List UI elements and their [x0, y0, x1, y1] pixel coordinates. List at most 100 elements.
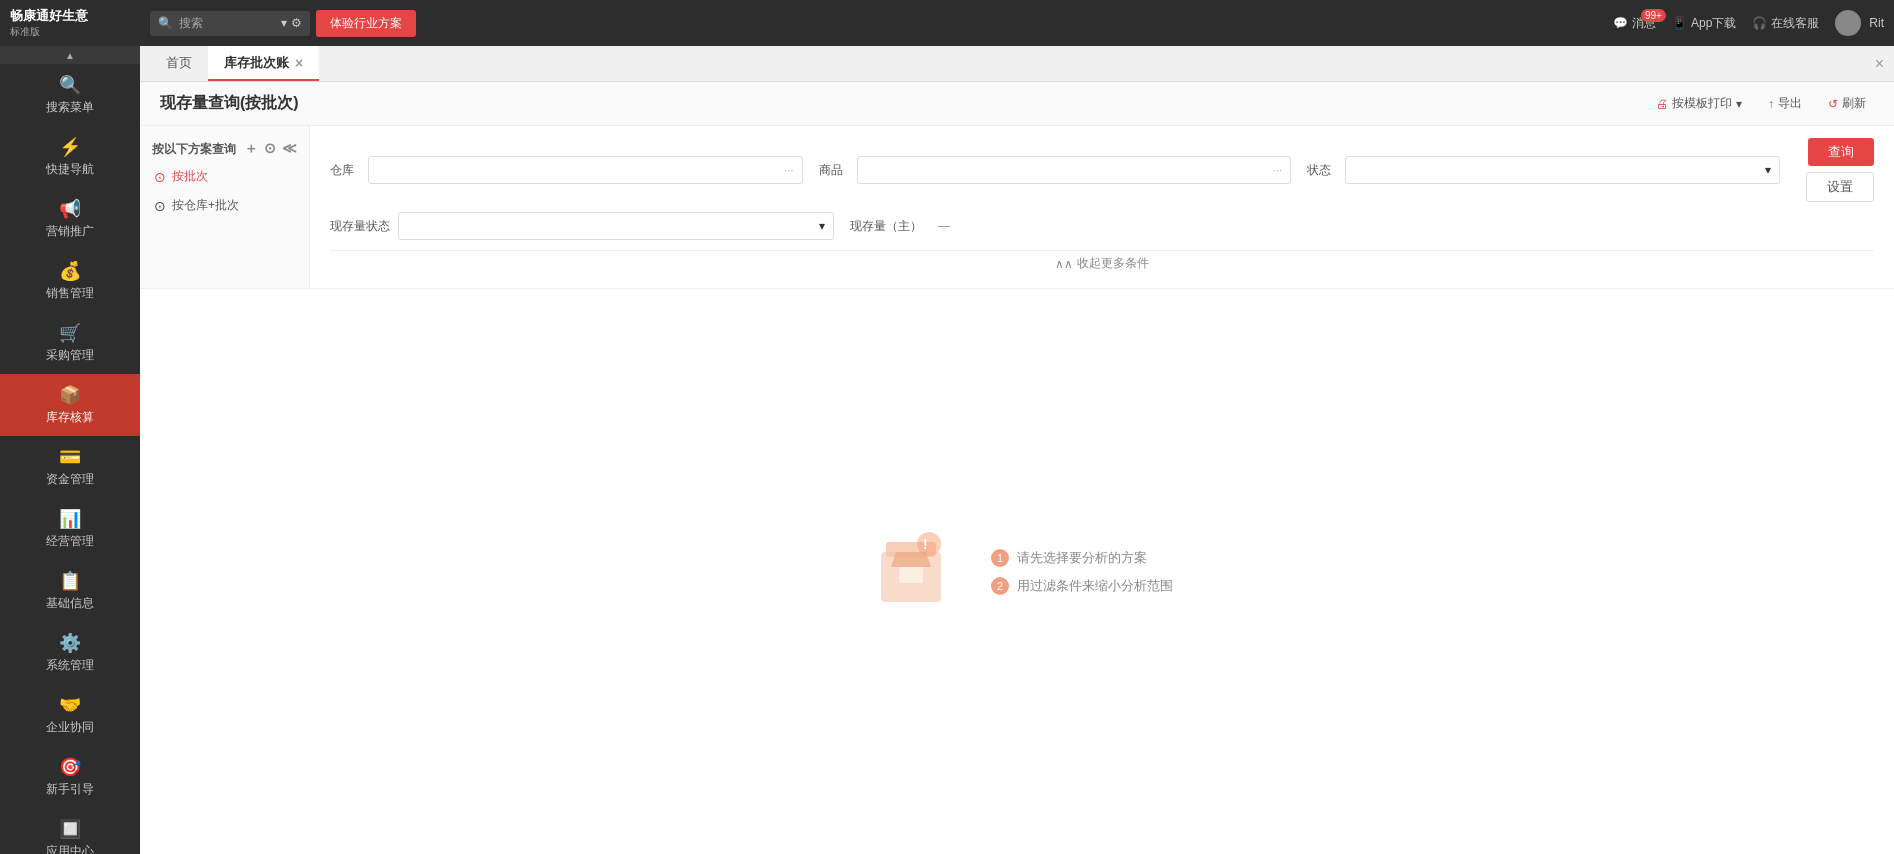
sidebar: ▲ 🔍 搜索菜单 ⚡ 快捷导航 📢 营销推广 💰 销售管理 🛒 采购管理 📦 库… — [0, 46, 140, 854]
main-layout: ▲ 🔍 搜索菜单 ⚡ 快捷导航 📢 营销推广 💰 销售管理 🛒 采购管理 📦 库… — [0, 46, 1894, 854]
sidebar-label-quick-nav: 快捷导航 — [46, 161, 94, 178]
refresh-label: 刷新 — [1842, 95, 1866, 112]
settings-icon[interactable]: ⚙ — [291, 16, 302, 30]
user-avatar[interactable]: Rit — [1835, 10, 1884, 36]
sidebar-item-sales[interactable]: 💰 销售管理 — [0, 250, 140, 312]
online-service-btn[interactable]: 🎧 在线客服 — [1752, 15, 1819, 32]
sidebar-label-marketing: 营销推广 — [46, 223, 94, 240]
status-label: 状态 — [1307, 162, 1337, 179]
top-bar: 畅康通好生意 标准版 🔍 搜索 ▾ ⚙ 体验行业方案 💬 消息 99+ 📱 Ap… — [0, 0, 1894, 46]
settings-button[interactable]: 设置 — [1806, 172, 1874, 202]
warehouse-more-icon: ··· — [784, 163, 794, 177]
stock-status-dropdown-icon: ▾ — [819, 219, 825, 233]
scheme-by-warehouse-batch[interactable]: ⊙ 按仓库+批次 — [140, 191, 309, 220]
empty-state-inner: ! 1 请先选择要分析的方案 2 用过滤条件来缩小分析范围 — [861, 522, 1173, 622]
sidebar-item-newbie[interactable]: 🎯 新手引导 — [0, 746, 140, 808]
top-search-bar[interactable]: 🔍 搜索 ▾ ⚙ — [150, 11, 310, 36]
app-logo: 畅康通好生意 标准版 — [10, 7, 140, 39]
sidebar-icon-operations: 📊 — [59, 508, 81, 530]
sidebar-icon-inventory: 📦 — [59, 384, 81, 406]
stock-status-field: 现存量状态 ▾ — [330, 212, 834, 240]
product-field: 商品 ··· — [819, 156, 1292, 184]
message-btn[interactable]: 💬 消息 99+ — [1613, 15, 1656, 32]
stock-qty-label: 现存量（主） — [850, 218, 922, 235]
sidebar-icon-finance: 💳 — [59, 446, 81, 468]
sidebar-item-inventory[interactable]: 📦 库存核算 — [0, 374, 140, 436]
empty-state-icon: ! — [861, 522, 961, 622]
sidebar-icon-quick-nav: ⚡ — [59, 136, 81, 158]
empty-tip-1: 1 请先选择要分析的方案 — [991, 549, 1173, 567]
stock-status-label: 现存量状态 — [330, 218, 390, 235]
experience-btn[interactable]: 体验行业方案 — [316, 10, 416, 37]
message-badge: 99+ — [1641, 9, 1666, 22]
export-btn[interactable]: ↑ 导出 — [1760, 92, 1810, 115]
collapse-scheme-icon[interactable]: ≪ — [282, 140, 297, 158]
app-download-btn[interactable]: 📱 App下载 — [1672, 15, 1736, 32]
add-scheme-icon[interactable]: ＋ — [244, 140, 258, 158]
sidebar-icon-app-center: 🔲 — [59, 818, 81, 840]
warehouse-input[interactable]: ··· — [368, 156, 803, 184]
sidebar-icon-marketing: 📢 — [59, 198, 81, 220]
sidebar-label-basics: 基础信息 — [46, 595, 94, 612]
filter-panel: 按以下方案查询 ＋ ⊙ ≪ ⊙ 按批次 ⊙ 按仓库+批次 — [140, 126, 1894, 289]
online-service-label: 在线客服 — [1771, 15, 1819, 32]
status-select[interactable]: ▾ — [1345, 156, 1780, 184]
headset-icon: 🎧 — [1752, 16, 1767, 30]
svg-text:!: ! — [923, 536, 928, 552]
refresh-btn[interactable]: ↺ 刷新 — [1820, 92, 1874, 115]
user-name: Rit — [1869, 16, 1884, 30]
sidebar-icon-search-menu: 🔍 — [59, 74, 81, 96]
sidebar-item-finance[interactable]: 💳 资金管理 — [0, 436, 140, 498]
tab-close-main-icon[interactable]: × — [1875, 55, 1884, 73]
tip-num-1: 1 — [991, 549, 1009, 567]
settings-scheme-icon[interactable]: ⊙ — [264, 140, 276, 158]
sidebar-label-finance: 资金管理 — [46, 471, 94, 488]
page-title: 现存量查询(按批次) — [160, 93, 299, 114]
query-button[interactable]: 查询 — [1808, 138, 1874, 166]
product-input[interactable]: ··· — [857, 156, 1292, 184]
tab-home-label: 首页 — [166, 54, 192, 72]
scheme-by-batch[interactable]: ⊙ 按批次 — [140, 162, 309, 191]
scheme-batch-label: 按批次 — [172, 168, 208, 185]
tab-close-icon[interactable]: × — [295, 56, 303, 70]
sidebar-item-marketing[interactable]: 📢 营销推广 — [0, 188, 140, 250]
scheme-batch-icon: ⊙ — [154, 169, 166, 185]
filter-fields: 仓库 ··· 商品 ··· — [310, 126, 1894, 288]
sidebar-label-newbie: 新手引导 — [46, 781, 94, 798]
sidebar-item-purchase[interactable]: 🛒 采购管理 — [0, 312, 140, 374]
sidebar-item-basics[interactable]: 📋 基础信息 — [0, 560, 140, 622]
message-icon: 💬 — [1613, 16, 1628, 30]
sidebar-label-sales: 销售管理 — [46, 285, 94, 302]
sidebar-icon-system: ⚙️ — [59, 632, 81, 654]
stock-qty-field: 现存量（主） — — [850, 218, 1354, 235]
collapse-label: 收起更多条件 — [1077, 255, 1149, 272]
tab-inventory-batch[interactable]: 库存批次账 × — [208, 46, 319, 81]
tab-inventory-batch-label: 库存批次账 — [224, 54, 289, 72]
filter-actions: 查询 设置 — [1796, 138, 1874, 202]
collapse-more-btn[interactable]: ∧∧ 收起更多条件 — [330, 250, 1874, 276]
sidebar-label-enterprise: 企业协同 — [46, 719, 94, 736]
print-template-btn[interactable]: 🖨 按模板打印 ▾ — [1648, 92, 1750, 115]
tab-home[interactable]: 首页 — [150, 46, 208, 81]
sidebar-item-quick-nav[interactable]: ⚡ 快捷导航 — [0, 126, 140, 188]
top-bar-center: 体验行业方案 — [316, 10, 1613, 37]
sidebar-item-app-center[interactable]: 🔲 应用中心 — [0, 808, 140, 854]
empty-tip-2: 2 用过滤条件来缩小分析范围 — [991, 577, 1173, 595]
sidebar-item-enterprise[interactable]: 🤝 企业协同 — [0, 684, 140, 746]
stock-status-select[interactable]: ▾ — [398, 212, 834, 240]
sidebar-label-purchase: 采购管理 — [46, 347, 94, 364]
sidebar-item-system[interactable]: ⚙️ 系统管理 — [0, 622, 140, 684]
sidebar-icon-enterprise: 🤝 — [59, 694, 81, 716]
page-header: 现存量查询(按批次) 🖨 按模板打印 ▾ ↑ 导出 ↺ 刷新 — [140, 82, 1894, 126]
sidebar-item-operations[interactable]: 📊 经营管理 — [0, 498, 140, 560]
status-field: 状态 ▾ — [1307, 156, 1780, 184]
print-template-label: 按模板打印 — [1672, 95, 1732, 112]
sidebar-label-inventory: 库存核算 — [46, 409, 94, 426]
app-name: 畅康通好生意 — [10, 7, 88, 25]
search-placeholder: 搜索 — [179, 15, 203, 32]
sidebar-scroll-up[interactable]: ▲ — [0, 46, 140, 64]
tip-text-1: 请先选择要分析的方案 — [1017, 549, 1147, 567]
filter-scheme-icons: ＋ ⊙ ≪ — [244, 140, 297, 158]
filter-scheme-list: 按以下方案查询 ＋ ⊙ ≪ ⊙ 按批次 ⊙ 按仓库+批次 — [140, 126, 310, 288]
sidebar-item-search-menu[interactable]: 🔍 搜索菜单 — [0, 64, 140, 126]
